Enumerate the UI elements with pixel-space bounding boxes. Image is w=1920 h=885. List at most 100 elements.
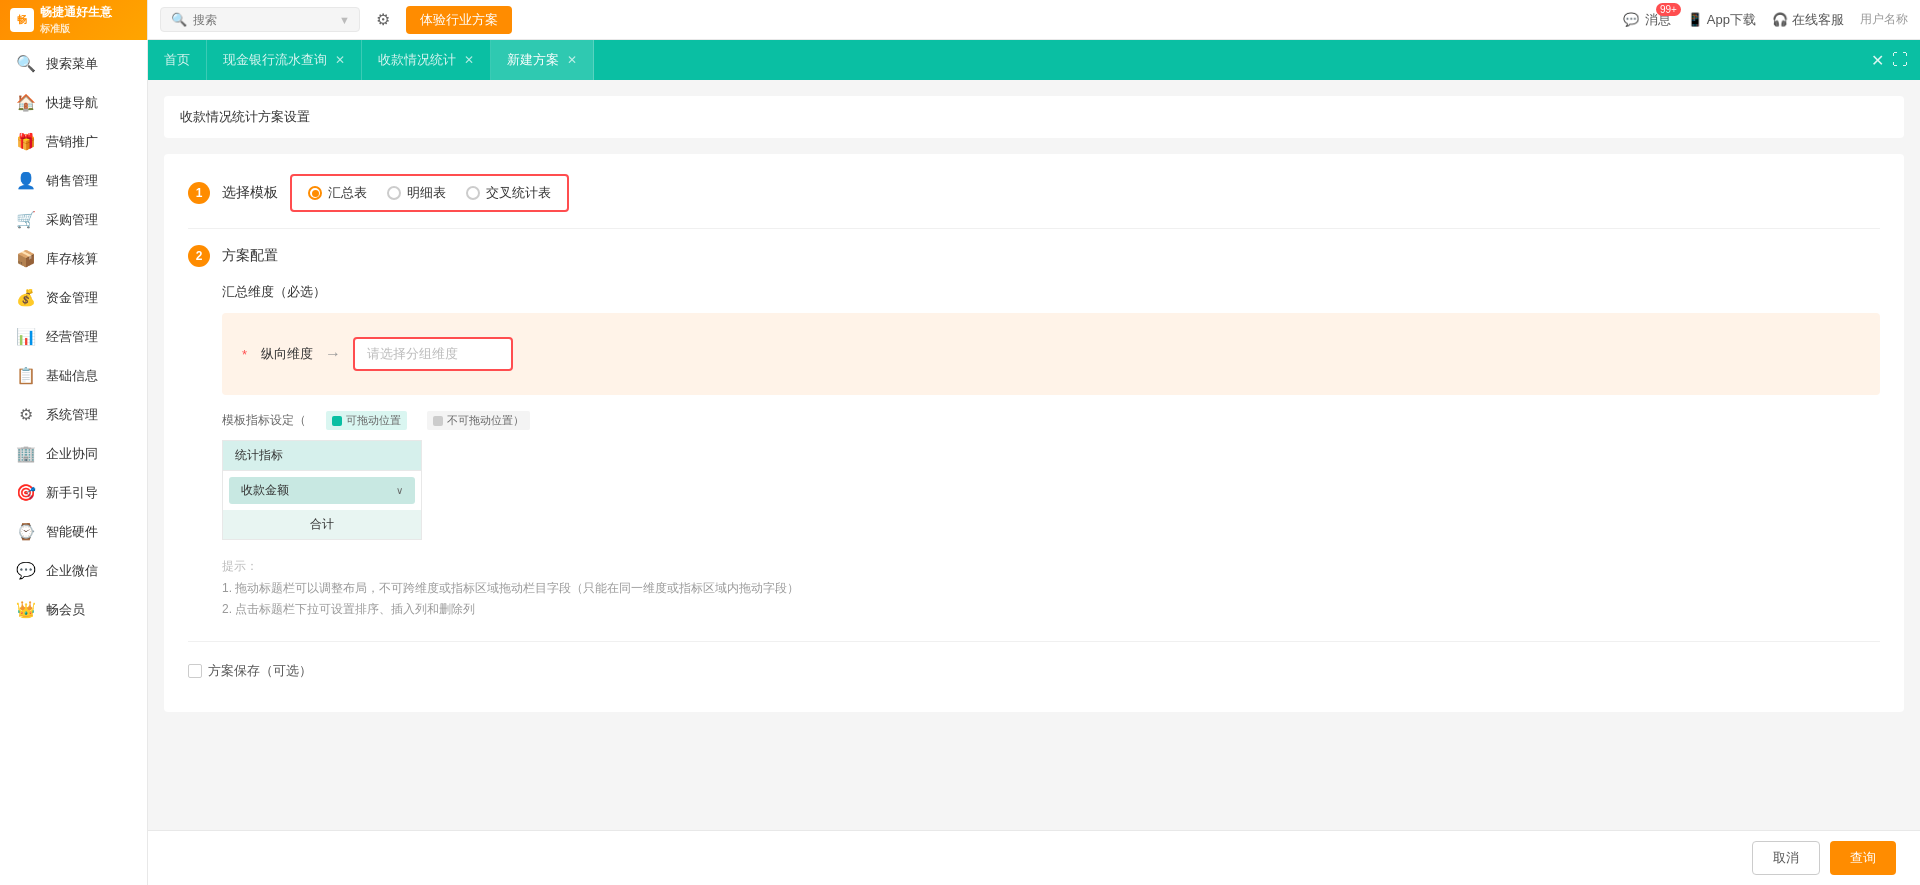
topbar: 🔍 ▼ ⚙ 体验行业方案 💬 消息 99+ 📱 App下载 🎧 在线客服 用户名…	[148, 0, 1920, 40]
sidebar-item-label: 销售管理	[46, 172, 98, 190]
sidebar-item-label: 企业微信	[46, 562, 98, 580]
query-button[interactable]: 查询	[1830, 841, 1896, 875]
tab-receipt-stats[interactable]: 收款情况统计 ✕	[362, 40, 491, 80]
radio-summary-label: 汇总表	[328, 184, 367, 202]
radio-summary-circle	[308, 186, 322, 200]
main-content: 收款情况统计方案设置 1 选择模板 汇总表 明细表	[148, 80, 1920, 885]
sidebar-item-label: 库存核算	[46, 250, 98, 268]
stats-header: 统计指标	[223, 441, 421, 471]
sidebar-item-label: 搜索菜单	[46, 55, 98, 73]
download-item[interactable]: 📱 App下载	[1687, 11, 1756, 29]
stats-section-label: 统计指标	[235, 447, 283, 464]
sidebar-item-newbie[interactable]: 🎯 新手引导	[0, 473, 147, 512]
sidebar-item-label: 营销推广	[46, 133, 98, 151]
download-icon: 📱	[1687, 12, 1703, 27]
sortable-tag: 可拖动位置	[326, 411, 407, 430]
sidebar-item-finance[interactable]: 💰 资金管理	[0, 278, 147, 317]
tab-close-icon[interactable]: ✕	[335, 53, 345, 67]
user-icon: 👤	[16, 171, 36, 190]
sidebar-item-wechat[interactable]: 💬 企业微信	[0, 551, 147, 590]
dim-selector[interactable]: 请选择分组维度	[353, 337, 513, 371]
notsortable-dot	[433, 416, 443, 426]
stats-table: 统计指标 收款金额 ∨ 合计	[222, 440, 422, 540]
notsortable-tag: 不可拖动位置）	[427, 411, 530, 430]
cart-icon: 🛒	[16, 210, 36, 229]
step2-number: 2	[188, 245, 210, 267]
page-header: 收款情况统计方案设置	[164, 96, 1904, 138]
sidebar-item-inventory[interactable]: 📦 库存核算	[0, 239, 147, 278]
sidebar-item-sales[interactable]: 👤 销售管理	[0, 161, 147, 200]
template-options-box: 汇总表 明细表 交叉统计表	[290, 174, 569, 212]
app-logo: 畅	[10, 8, 34, 32]
radio-detail[interactable]: 明细表	[387, 184, 446, 202]
save-option-label: 方案保存（可选）	[208, 662, 312, 680]
chat-icon: 💬	[16, 561, 36, 580]
sidebar-item-operation[interactable]: 📊 经营管理	[0, 317, 147, 356]
divider2	[188, 641, 1880, 642]
tab-close-icon[interactable]: ✕	[567, 53, 577, 67]
sidebar-item-search[interactable]: 🔍 搜索菜单	[0, 44, 147, 83]
sidebar-item-marketing[interactable]: 🎁 营销推广	[0, 122, 147, 161]
message-count: 99+	[1656, 3, 1681, 16]
search-input[interactable]	[193, 13, 333, 27]
sidebar-item-system[interactable]: ⚙ 系统管理	[0, 395, 147, 434]
dropdown-icon[interactable]: ∨	[396, 485, 403, 496]
sidebar-item-label: 资金管理	[46, 289, 98, 307]
sidebar-item-member[interactable]: 👑 畅会员	[0, 590, 147, 629]
radio-detail-circle	[387, 186, 401, 200]
indicator-header: 模板指标设定（ 可拖动位置 不可拖动位置）	[222, 411, 1880, 430]
chart-icon: 📊	[16, 327, 36, 346]
sidebar-item-enterprise-coop[interactable]: 🏢 企业协同	[0, 434, 147, 473]
dim-placeholder: 请选择分组维度	[367, 346, 458, 361]
download-label: App下载	[1707, 11, 1756, 29]
service-label: 在线客服	[1792, 11, 1844, 29]
tab-close-icon[interactable]: ✕	[464, 53, 474, 67]
message-badge[interactable]: 💬 消息 99+	[1623, 11, 1671, 29]
service-icon: 🎧	[1772, 12, 1788, 27]
tab-home[interactable]: 首页	[148, 40, 207, 80]
step1-row: 1 选择模板 汇总表 明细表 交叉统计表	[188, 174, 1880, 212]
sidebar-item-basic-info[interactable]: 📋 基础信息	[0, 356, 147, 395]
tab-new-plan[interactable]: 新建方案 ✕	[491, 40, 594, 80]
stats-item[interactable]: 收款金额 ∨	[229, 477, 415, 504]
radio-detail-label: 明细表	[407, 184, 446, 202]
search-box[interactable]: 🔍 ▼	[160, 7, 360, 32]
radio-summary[interactable]: 汇总表	[308, 184, 367, 202]
tabbar-actions: ✕ ⛶	[1859, 40, 1920, 80]
settings-icon[interactable]: ⚙	[376, 10, 390, 29]
cancel-button[interactable]: 取消	[1752, 841, 1820, 875]
sidebar-item-purchase[interactable]: 🛒 采购管理	[0, 200, 147, 239]
service-item[interactable]: 🎧 在线客服	[1772, 11, 1844, 29]
tab-label: 现金银行流水查询	[223, 51, 327, 69]
watch-icon: ⌚	[16, 522, 36, 541]
crown-icon: 👑	[16, 600, 36, 619]
sidebar-item-smart-hw[interactable]: ⌚ 智能硬件	[0, 512, 147, 551]
sidebar-item-label: 智能硬件	[46, 523, 98, 541]
message-icon: 💬	[1623, 12, 1639, 27]
stats-row-label: 合计	[310, 517, 334, 531]
sidebar-item-quick-nav[interactable]: 🏠 快捷导航	[0, 83, 147, 122]
tip2: 2. 点击标题栏下拉可设置排序、插入列和删除列	[222, 599, 1880, 621]
building-icon: 🏢	[16, 444, 36, 463]
indicator-title-text: 模板指标设定（	[222, 412, 306, 429]
tip1: 1. 拖动标题栏可以调整布局，不可跨维度或指标区域拖动栏目字段（只能在同一维度或…	[222, 578, 1880, 600]
dimension-area: * 纵向维度 → 请选择分组维度	[222, 313, 1880, 395]
app-edition: 标准版	[40, 22, 112, 36]
trial-button[interactable]: 体验行业方案	[406, 6, 512, 34]
target-icon: 🎯	[16, 483, 36, 502]
money-icon: 💰	[16, 288, 36, 307]
save-option-row[interactable]: 方案保存（可选）	[188, 650, 1880, 692]
maximize-icon[interactable]: ⛶	[1892, 51, 1908, 69]
tabbar: 首页 现金银行流水查询 ✕ 收款情况统计 ✕ 新建方案 ✕ ✕ ⛶	[148, 40, 1920, 80]
close-window-icon[interactable]: ✕	[1871, 51, 1884, 70]
sortable-label: 可拖动位置	[346, 413, 401, 428]
save-checkbox[interactable]	[188, 664, 202, 678]
page-title: 收款情况统计方案设置	[180, 109, 310, 124]
tips-section: 提示： 1. 拖动标题栏可以调整布局，不可跨维度或指标区域拖动栏目字段（只能在同…	[222, 556, 1880, 621]
stats-total-row: 合计	[223, 510, 421, 539]
search-icon: 🔍	[16, 54, 36, 73]
sidebar-item-label: 畅会员	[46, 601, 85, 619]
tab-bank-flow[interactable]: 现金银行流水查询 ✕	[207, 40, 362, 80]
radio-cross[interactable]: 交叉统计表	[466, 184, 551, 202]
box-icon: 📦	[16, 249, 36, 268]
